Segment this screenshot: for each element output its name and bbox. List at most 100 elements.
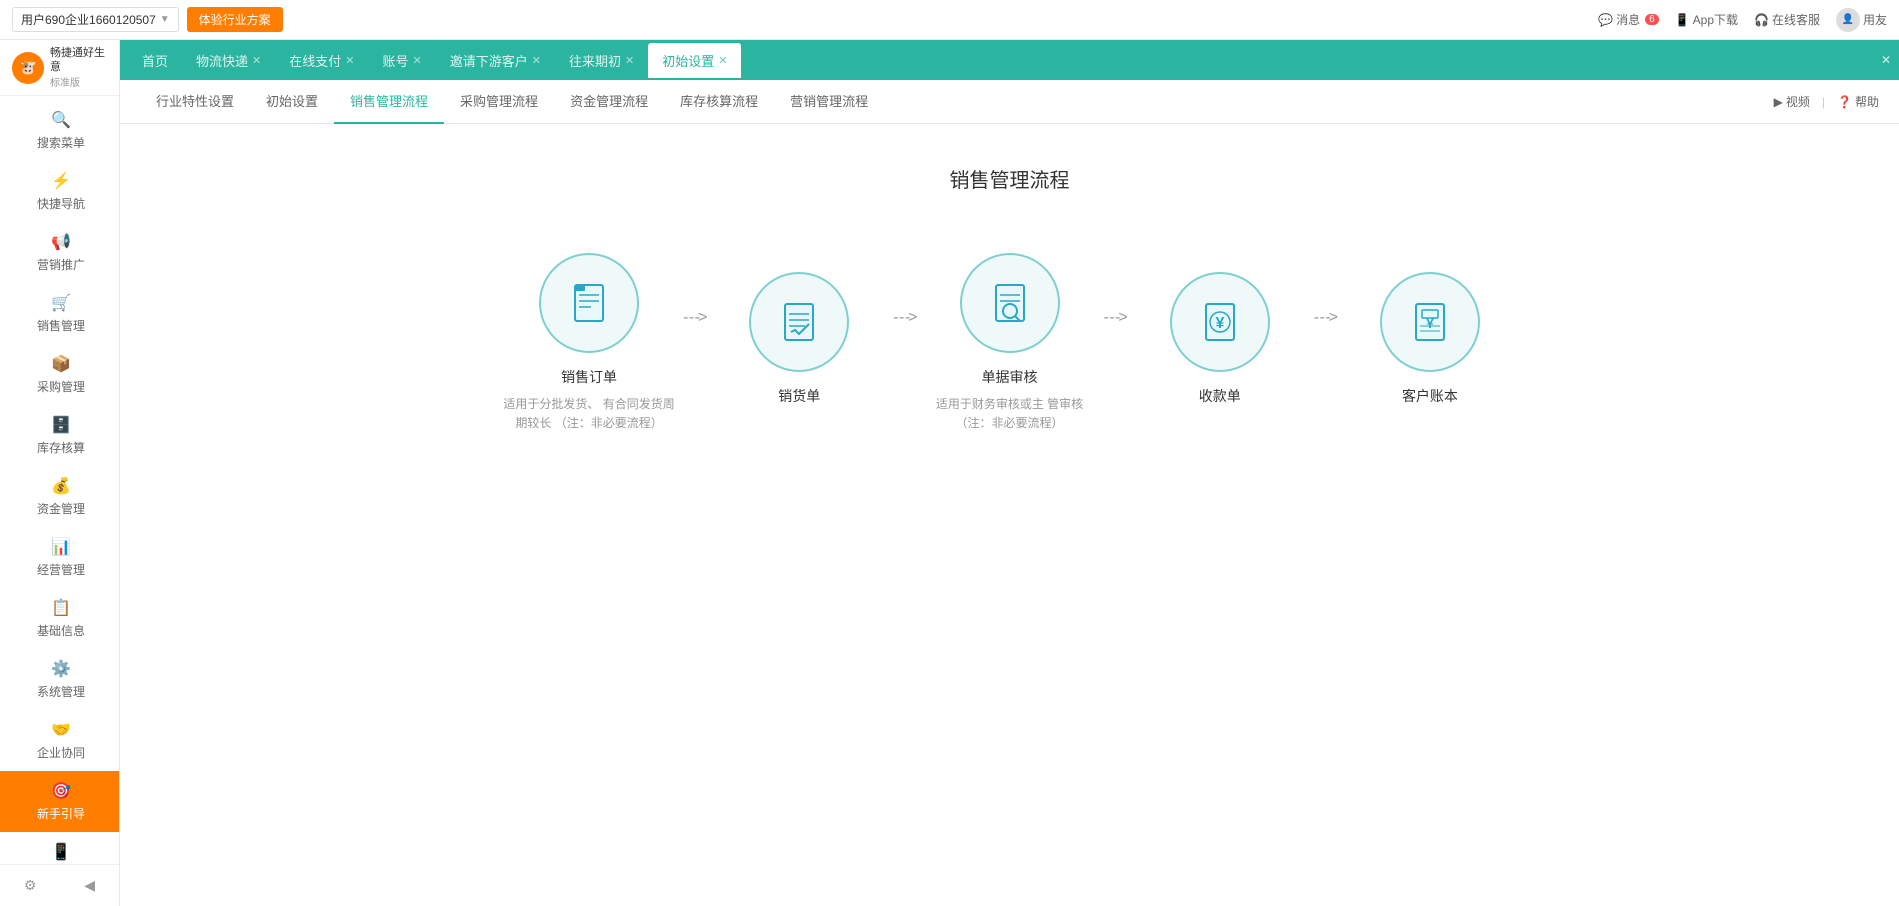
nav-tab-invite[interactable]: 邀请下游客户 ✕ [436, 43, 555, 78]
nav-tabs: 首页物流快递 ✕在线支付 ✕账号 ✕邀请下游客户 ✕往来期初 ✕初始设置 ✕✕ [120, 40, 1899, 80]
flow-arrow-3: - - -> [1314, 309, 1336, 377]
sidebar-item-purchase[interactable]: 📦采购管理 [0, 344, 119, 405]
collapse-icon[interactable]: ◀ [80, 873, 99, 898]
logo-icon: 🐮 [12, 52, 44, 84]
nav-tab-init[interactable]: 初始设置 ✕ [648, 43, 741, 78]
nav-tab-label-logistics: 物流快递 [196, 51, 248, 70]
trial-button[interactable]: 体验行业方案 [187, 7, 283, 32]
sidebar-item-marketing[interactable]: 📢营销推广 [0, 222, 119, 283]
sidebar-nav: 🔍搜索菜单⚡快捷导航📢营销推广 🛒 销售管理 📦采购管理🗄️库存核算 💰 资金管理 📊 经营管… [0, 96, 119, 864]
flow-title: 销售管理流程 [950, 164, 1070, 193]
close-tab-history-icon[interactable]: ✕ [625, 54, 634, 67]
nav-tab-payment[interactable]: 在线支付 ✕ [275, 43, 368, 78]
nav-tab-home[interactable]: 首页 [128, 43, 182, 78]
sidebar-item-app-center[interactable]: 📱应用中心 [0, 832, 119, 864]
nav-tab-label-init: 初始设置 [662, 51, 714, 70]
system-icon: ⚙️ [51, 659, 71, 679]
flow-node-title-sales-invoice: 销货单 [778, 386, 820, 406]
sidebar-item-system[interactable]: ⚙️系统管理 [0, 649, 119, 710]
dropdown-arrow-icon: ▼ [160, 14, 170, 25]
sidebar-bottom: ⚙ ◀ [0, 864, 119, 906]
main-layout: 🐮 畅捷通好生意 标准版 🔍搜索菜单⚡快捷导航📢营销推广 🛒 销售管理 📦采购管理🗄️… [0, 40, 1899, 906]
finance-icon: 💰 [51, 476, 71, 496]
sidebar-label-collab: 企业协同 [37, 744, 85, 761]
nav-tab-account[interactable]: 账号 ✕ [368, 43, 435, 78]
sidebar-label-quick-nav: 快捷导航 [37, 195, 85, 212]
sales-icon: 🛒 [51, 293, 71, 313]
logo-text-block: 畅捷通好生意 标准版 [50, 46, 107, 90]
sidebar-label-sales: 销售管理 [37, 317, 85, 334]
sub-tab-finance-flow[interactable]: 资金管理流程 [554, 80, 664, 124]
nav-tab-label-invite: 邀请下游客户 [450, 51, 528, 70]
message-badge: 6 [1645, 14, 1659, 25]
flow-node-title-receipt: 收款单 [1199, 386, 1241, 406]
user-label: 用户690企业1660120507 [21, 11, 156, 28]
flow-node-desc-doc-audit: 适用于财务审核或主 管审核 （注：非必要流程） [920, 395, 1100, 433]
sidebar-item-collab[interactable]: 🤝企业协同 [0, 710, 119, 771]
sub-tab-industry[interactable]: 行业特性设置 [140, 80, 250, 124]
sidebar-label-guide: 新手引导 [37, 805, 85, 822]
message-button[interactable]: 💬 消息 6 [1598, 11, 1659, 28]
settings-icon[interactable]: ⚙ [20, 873, 41, 898]
top-bar-left: 用户690企业1660120507 ▼ 体验行业方案 [12, 7, 283, 32]
sidebar-label-purchase: 采购管理 [37, 378, 85, 395]
top-bar: 用户690企业1660120507 ▼ 体验行业方案 💬 消息 6 📱 App下… [0, 0, 1899, 40]
flow-node-desc-sales-order: 适用于分批发货、 有合同发货周期较长 （注：非必要流程） [499, 395, 679, 433]
flow-arrow-1: - - -> [893, 309, 915, 377]
sidebar-item-inventory[interactable]: 🗄️库存核算 [0, 405, 119, 466]
flow-circle-sales-invoice [749, 272, 849, 372]
top-bar-right: 💬 消息 6 📱 App下载 🎧 在线客服 👤 用友 [1598, 8, 1887, 32]
app-center-icon: 📱 [51, 842, 71, 862]
close-tab-account-icon[interactable]: ✕ [413, 54, 422, 67]
sidebar-item-guide[interactable]: 🎯 新手引导 [0, 771, 119, 832]
marketing-icon: 📢 [51, 232, 71, 252]
close-tab-invite-icon[interactable]: ✕ [532, 54, 541, 67]
flow-node-doc-audit[interactable]: 单据审核适用于财务审核或主 管审核 （注：非必要流程） [920, 253, 1100, 433]
flow-circle-receipt: ¥ [1170, 272, 1270, 372]
sidebar-label-finance: 资金管理 [37, 500, 85, 517]
close-tab-payment-icon[interactable]: ✕ [345, 54, 354, 67]
nav-tab-history[interactable]: 往来期初 ✕ [555, 43, 648, 78]
operations-icon: 📊 [51, 537, 71, 557]
sidebar-item-operations[interactable]: 📊 经营管理 [0, 527, 119, 588]
base-info-icon: 📋 [51, 598, 71, 618]
nav-tab-label-account: 账号 [382, 51, 408, 70]
service-icon: 🎧 [1754, 13, 1769, 27]
logo-sub: 标准版 [50, 74, 107, 89]
guide-icon: 🎯 [51, 781, 71, 801]
help-label: 帮助 [1855, 93, 1879, 110]
user-selector[interactable]: 用户690企业1660120507 ▼ [12, 7, 179, 32]
user-menu-button[interactable]: 👤 用友 [1836, 8, 1887, 32]
sub-tab-marketing-flow[interactable]: 营销管理流程 [774, 80, 884, 124]
sidebar-item-finance[interactable]: 💰 资金管理 [0, 466, 119, 527]
sidebar-item-search[interactable]: 🔍搜索菜单 [0, 100, 119, 161]
flow-arrow-0: - - -> [683, 309, 705, 377]
sidebar-label-inventory: 库存核算 [37, 439, 85, 456]
search-icon: 🔍 [51, 110, 71, 130]
logo-area: 🐮 畅捷通好生意 标准版 [0, 40, 119, 96]
sidebar: 🐮 畅捷通好生意 标准版 🔍搜索菜单⚡快捷导航📢营销推广 🛒 销售管理 📦采购管理🗄️… [0, 40, 120, 906]
sub-tab-inventory-flow[interactable]: 库存核算流程 [664, 80, 774, 124]
sidebar-label-operations: 经营管理 [37, 561, 85, 578]
flow-arrow-2: - - -> [1104, 309, 1126, 377]
sub-tab-sales-flow[interactable]: 销售管理流程 [334, 80, 444, 124]
sub-tab-init-set[interactable]: 初始设置 [250, 80, 334, 124]
close-all-tabs-button[interactable]: ✕ [1881, 53, 1891, 67]
nav-tab-logistics[interactable]: 物流快递 ✕ [182, 43, 275, 78]
close-tab-init-icon[interactable]: ✕ [718, 54, 727, 67]
flow-node-receipt[interactable]: ¥ 收款单 [1130, 272, 1310, 414]
sub-tab-purchase-flow[interactable]: 采购管理流程 [444, 80, 554, 124]
close-tab-logistics-icon[interactable]: ✕ [252, 54, 261, 67]
app-download-button[interactable]: 📱 App下载 [1675, 11, 1738, 28]
help-action[interactable]: ❓ 帮助 [1837, 93, 1879, 110]
page-content: 行业特性设置初始设置销售管理流程采购管理流程资金管理流程库存核算流程营销管理流程… [120, 80, 1899, 906]
sidebar-item-quick-nav[interactable]: ⚡快捷导航 [0, 161, 119, 222]
sidebar-item-base-info[interactable]: 📋基础信息 [0, 588, 119, 649]
flow-node-customer-ledger[interactable]: ¥ 客户账本 [1340, 272, 1520, 414]
sub-tabs: 行业特性设置初始设置销售管理流程采购管理流程资金管理流程库存核算流程营销管理流程… [120, 80, 1899, 124]
online-service-button[interactable]: 🎧 在线客服 [1754, 11, 1820, 28]
video-action[interactable]: ▶ 视频 [1774, 93, 1810, 110]
sidebar-item-sales[interactable]: 🛒 销售管理 [0, 283, 119, 344]
flow-node-sales-order[interactable]: 销售订单适用于分批发货、 有合同发货周期较长 （注：非必要流程） [499, 253, 679, 433]
flow-node-sales-invoice[interactable]: 销货单 [709, 272, 889, 414]
